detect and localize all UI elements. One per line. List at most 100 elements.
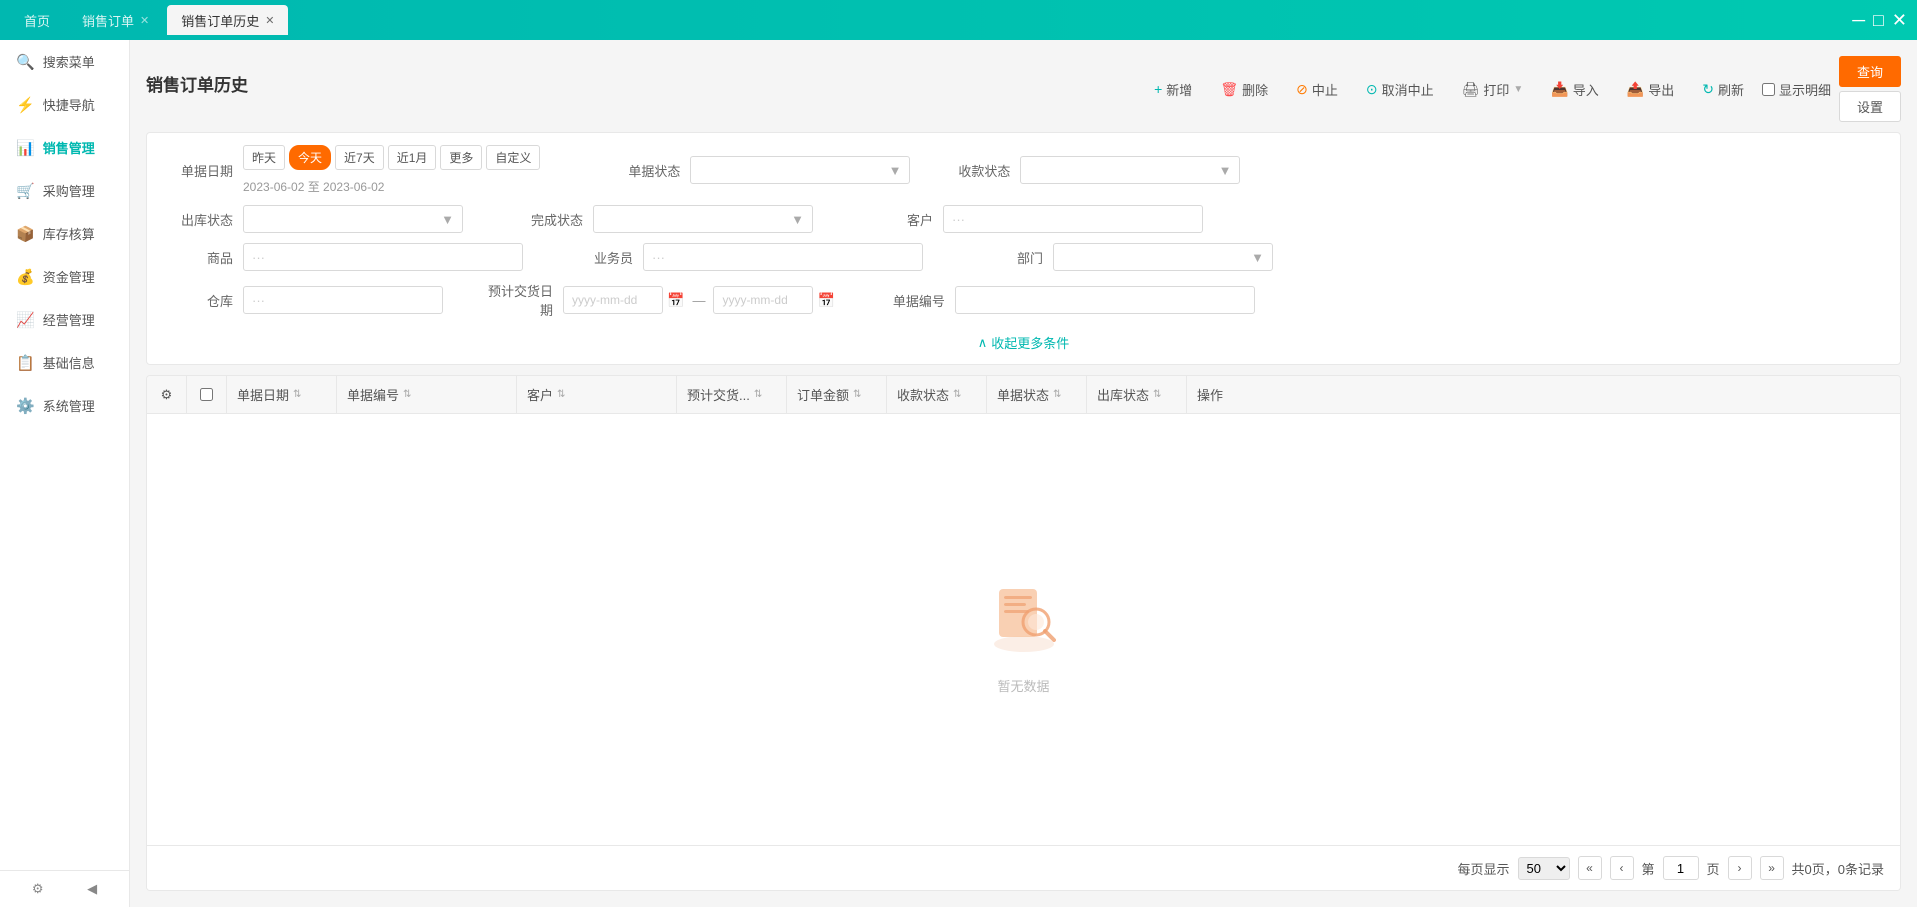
th-amount-label: 订单金额 bbox=[797, 385, 849, 404]
show-detail-checkbox[interactable] bbox=[1762, 83, 1775, 96]
sidebar-item-quick-nav-label: 快捷导航 bbox=[43, 95, 95, 114]
th-no[interactable]: 单据编号 ⇅ bbox=[337, 376, 517, 413]
salesperson-select[interactable]: ··· bbox=[643, 243, 923, 271]
window-close[interactable]: ✕ bbox=[1892, 11, 1907, 29]
th-delivery-label: 预计交货... bbox=[687, 385, 750, 404]
th-amount[interactable]: 订单金额 ⇅ bbox=[787, 376, 887, 413]
complete-status-label: 完成状态 bbox=[513, 210, 583, 229]
page-size-select[interactable]: 50 20 100 bbox=[1518, 857, 1570, 880]
stop-icon: ⊘ bbox=[1296, 81, 1308, 98]
sidebar-item-base-info[interactable]: 📋 基础信息 bbox=[0, 341, 129, 384]
delivery-date-to-input[interactable]: yyyy-mm-dd bbox=[713, 286, 813, 314]
sidebar-item-search-menu[interactable]: 🔍 搜索菜单 bbox=[0, 40, 129, 83]
date-btn-7days[interactable]: 近7天 bbox=[335, 145, 384, 170]
delivery-date-to-placeholder: yyyy-mm-dd bbox=[722, 293, 787, 307]
tab-sales-order-history-close[interactable]: ✕ bbox=[265, 14, 274, 27]
date-btn-more[interactable]: 更多 bbox=[440, 145, 482, 170]
warehouse-value: ··· bbox=[252, 293, 265, 308]
search-menu-icon: 🔍 bbox=[16, 53, 35, 71]
add-button[interactable]: + 新增 bbox=[1144, 75, 1202, 104]
order-no-label: 单据编号 bbox=[875, 291, 945, 310]
next-page-btn[interactable]: › bbox=[1728, 856, 1752, 880]
export-label: 导出 bbox=[1648, 80, 1674, 99]
export-button[interactable]: 📤 导出 bbox=[1617, 75, 1684, 104]
th-customer[interactable]: 客户 ⇅ bbox=[517, 376, 677, 413]
page-title: 销售订单历史 bbox=[146, 71, 248, 96]
sidebar-item-inventory[interactable]: 📦 库存核算 bbox=[0, 212, 129, 255]
import-label: 导入 bbox=[1573, 80, 1599, 99]
collapse-more[interactable]: ∧ 收起更多条件 bbox=[163, 329, 1884, 352]
sidebar-item-finance[interactable]: 💰 资金管理 bbox=[0, 255, 129, 298]
sidebar-item-search-menu-label: 搜索菜单 bbox=[43, 52, 95, 71]
th-warehouse-status[interactable]: 出库状态 ⇅ bbox=[1087, 376, 1187, 413]
table-container: ⚙ 单据日期 ⇅ 单据编号 ⇅ 客户 ⇅ 预计交货... bbox=[146, 375, 1901, 891]
window-minimize[interactable]: ─ bbox=[1852, 11, 1865, 29]
th-action: 操作 bbox=[1187, 376, 1900, 413]
order-status-label: 单据状态 bbox=[610, 161, 680, 180]
warehouse-label: 仓库 bbox=[163, 291, 233, 310]
sidebar-item-sales-mgmt[interactable]: 📊 销售管理 bbox=[0, 126, 129, 169]
refresh-button[interactable]: ↻ 刷新 bbox=[1692, 75, 1754, 104]
date-btn-custom[interactable]: 自定义 bbox=[486, 145, 540, 170]
date-dash: — bbox=[688, 293, 709, 308]
sidebar-item-sys-mgmt[interactable]: ⚙️ 系统管理 bbox=[0, 384, 129, 427]
th-order-status-label: 单据状态 bbox=[997, 385, 1049, 404]
select-all-checkbox[interactable] bbox=[200, 388, 213, 401]
setting-button[interactable]: 设置 bbox=[1839, 91, 1901, 122]
first-page-btn[interactable]: « bbox=[1578, 856, 1602, 880]
dept-select[interactable]: ▼ bbox=[1053, 243, 1273, 271]
stop-button[interactable]: ⊘ 中止 bbox=[1286, 75, 1348, 104]
tab-sales-order-close[interactable]: ✕ bbox=[140, 14, 149, 27]
sidebar-item-purchase-mgmt[interactable]: 🛒 采购管理 bbox=[0, 169, 129, 212]
export-icon: 📤 bbox=[1627, 81, 1644, 98]
print-button[interactable]: 🖨 打印 ▼ bbox=[1452, 75, 1534, 104]
warehouse-status-select[interactable]: ▼ bbox=[243, 205, 463, 233]
cancel-stop-button[interactable]: ⊙ 取消中止 bbox=[1356, 75, 1444, 104]
th-customer-sort: ⇅ bbox=[557, 389, 565, 400]
warehouse-select[interactable]: ··· bbox=[243, 286, 443, 314]
warehouse-status-label: 出库状态 bbox=[163, 210, 233, 229]
last-page-btn[interactable]: » bbox=[1760, 856, 1784, 880]
sidebar-item-operation[interactable]: 📈 经营管理 bbox=[0, 298, 129, 341]
sidebar-settings-icon[interactable]: ⚙ bbox=[32, 881, 44, 897]
delete-button[interactable]: 🗑 删除 bbox=[1210, 75, 1278, 104]
th-receipt[interactable]: 收款状态 ⇅ bbox=[887, 376, 987, 413]
tab-home[interactable]: 首页 bbox=[10, 5, 64, 35]
product-value: ··· bbox=[252, 250, 265, 265]
window-maximize[interactable]: □ bbox=[1873, 11, 1884, 29]
th-date[interactable]: 单据日期 ⇅ bbox=[227, 376, 337, 413]
th-checkbox[interactable] bbox=[187, 376, 227, 413]
query-button[interactable]: 查询 bbox=[1839, 56, 1901, 87]
calendar-from-icon[interactable]: 📅 bbox=[667, 292, 684, 309]
receipt-status-arrow: ▼ bbox=[1219, 163, 1232, 178]
prev-page-btn[interactable]: ‹ bbox=[1610, 856, 1634, 880]
th-order-status[interactable]: 单据状态 ⇅ bbox=[987, 376, 1087, 413]
th-delivery[interactable]: 预计交货... ⇅ bbox=[677, 376, 787, 413]
delivery-date-from-input[interactable]: yyyy-mm-dd bbox=[563, 286, 663, 314]
empty-text: 暂无数据 bbox=[997, 676, 1049, 695]
th-settings[interactable]: ⚙ bbox=[147, 376, 187, 413]
order-no-input[interactable] bbox=[955, 286, 1255, 314]
calendar-to-icon[interactable]: 📅 bbox=[817, 292, 834, 309]
customer-select[interactable]: ··· bbox=[943, 205, 1203, 233]
sidebar: 🔍 搜索菜单 ⚡ 快捷导航 📊 销售管理 🛒 采购管理 📦 库存核算 💰 资金管… bbox=[0, 40, 130, 907]
tab-sales-order[interactable]: 销售订单 ✕ bbox=[68, 5, 163, 35]
tab-sales-order-history[interactable]: 销售订单历史 ✕ bbox=[167, 5, 288, 35]
add-label: 新增 bbox=[1166, 80, 1192, 99]
sidebar-item-quick-nav[interactable]: ⚡ 快捷导航 bbox=[0, 83, 129, 126]
page-input[interactable] bbox=[1663, 856, 1699, 880]
cancel-stop-icon: ⊙ bbox=[1366, 81, 1378, 98]
sidebar-collapse-icon[interactable]: ◀ bbox=[87, 881, 97, 897]
filter-row-2: 出库状态 ▼ 完成状态 ▼ 客户 ··· bbox=[163, 205, 1884, 233]
date-btn-1month[interactable]: 近1月 bbox=[388, 145, 437, 170]
complete-status-select[interactable]: ▼ bbox=[593, 205, 813, 233]
order-status-select[interactable]: ▼ bbox=[690, 156, 910, 184]
import-button[interactable]: 📥 导入 bbox=[1541, 75, 1608, 104]
date-btn-yesterday[interactable]: 昨天 bbox=[243, 145, 285, 170]
receipt-status-select[interactable]: ▼ bbox=[1020, 156, 1240, 184]
product-select[interactable]: ··· bbox=[243, 243, 523, 271]
date-btn-today[interactable]: 今天 bbox=[289, 145, 331, 170]
delivery-date-label: 预计交货日期 bbox=[483, 281, 553, 319]
dept-label: 部门 bbox=[973, 248, 1043, 267]
delivery-date-from-placeholder: yyyy-mm-dd bbox=[572, 293, 637, 307]
